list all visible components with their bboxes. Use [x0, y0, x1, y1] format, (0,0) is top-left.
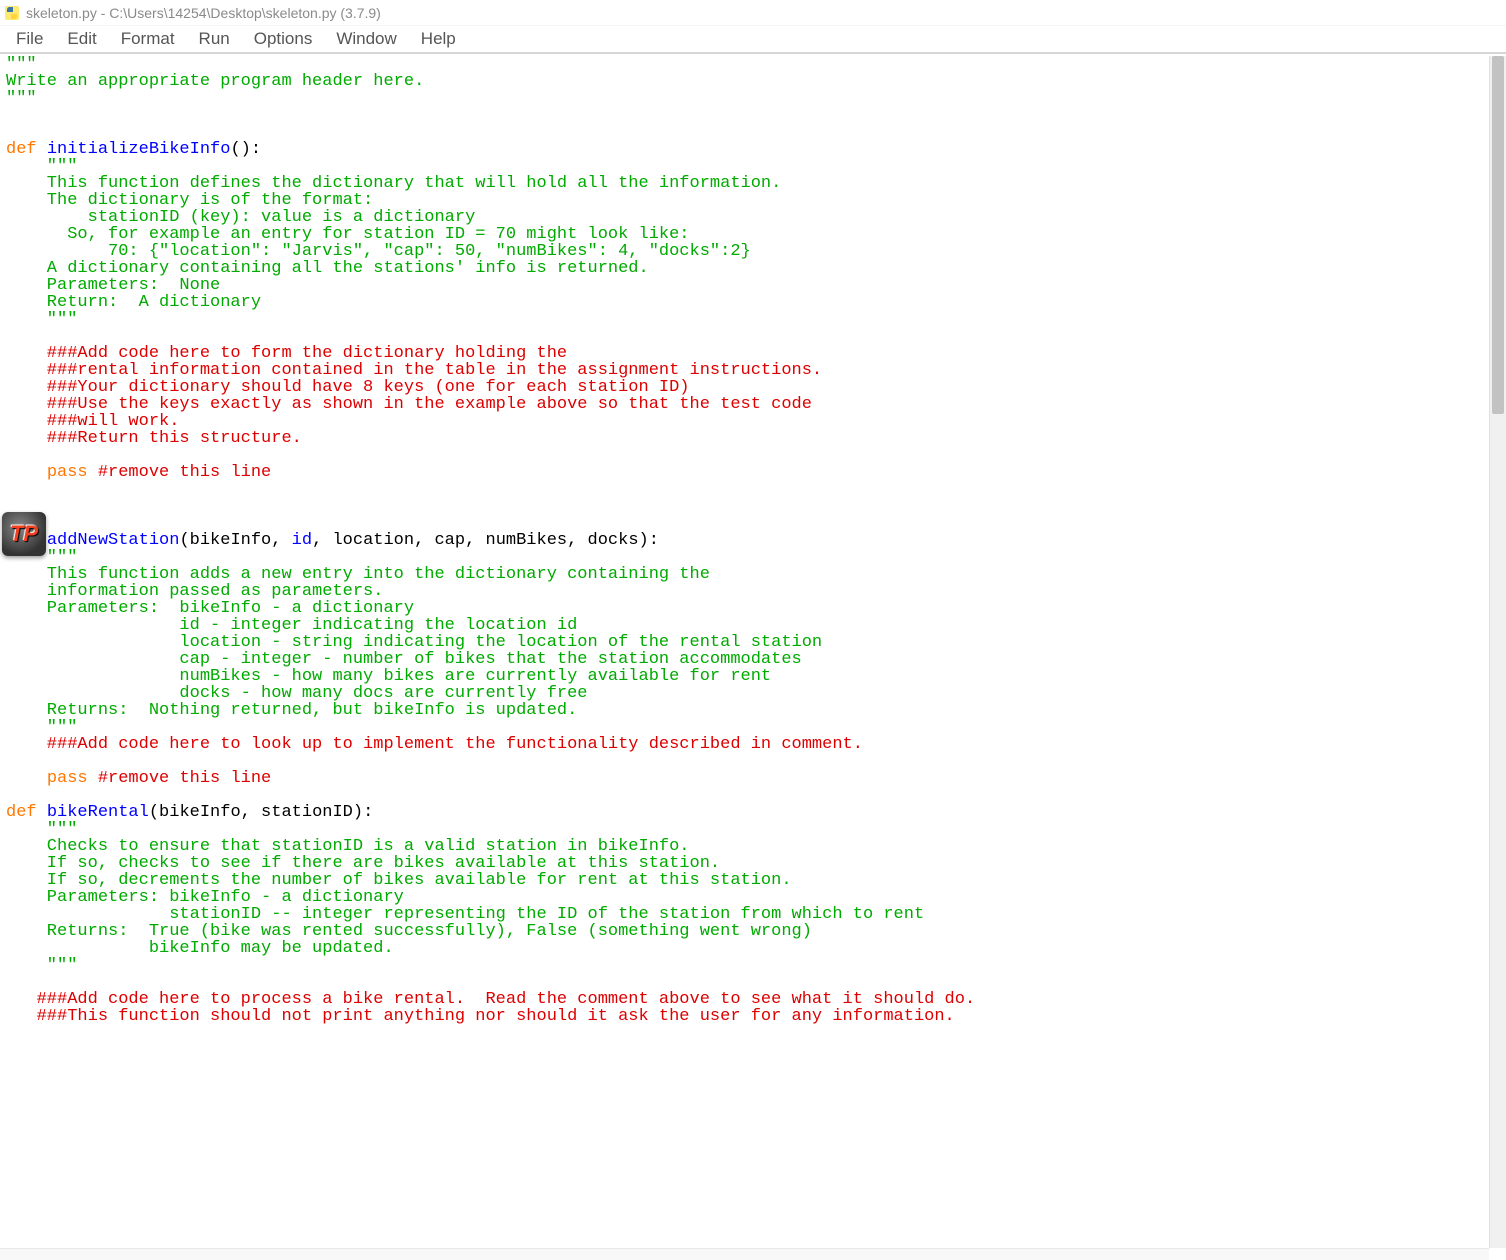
- code-token: , location, cap, numBikes, docks):: [312, 531, 659, 550]
- menu-bar: File Edit Format Run Options Window Help: [0, 26, 1506, 54]
- code-token: pass: [47, 463, 88, 482]
- menu-edit[interactable]: Edit: [55, 27, 108, 51]
- menu-run[interactable]: Run: [187, 27, 242, 51]
- window-title: skeleton.py - C:\Users\14254\Desktop\ske…: [26, 5, 381, 21]
- code-token: id: [292, 531, 312, 550]
- code-line: Write an appropriate program header here…: [6, 72, 424, 91]
- code-token: [6, 463, 47, 482]
- code-line: ###Return this structure.: [6, 429, 302, 448]
- scrollbar-thumb[interactable]: [1492, 56, 1504, 414]
- python-icon: [4, 5, 20, 21]
- horizontal-scrollbar[interactable]: [0, 1248, 1489, 1260]
- watermark-badge: TP: [2, 512, 46, 556]
- title-bar: skeleton.py - C:\Users\14254\Desktop\ske…: [0, 0, 1506, 26]
- code-line: ###Add code here to look up to implement…: [6, 735, 863, 754]
- code-token: pass: [47, 769, 88, 788]
- code-line: """: [6, 310, 77, 329]
- menu-file[interactable]: File: [4, 27, 55, 51]
- code-token: #remove this line: [98, 463, 271, 482]
- code-token: [88, 463, 98, 482]
- menu-options[interactable]: Options: [242, 27, 325, 51]
- code-token: (bikeInfo,: [179, 531, 291, 550]
- code-token: [88, 769, 98, 788]
- code-line: """: [6, 956, 77, 975]
- watermark-label: TP: [10, 521, 38, 547]
- code-token: ():: [230, 140, 261, 159]
- vertical-scrollbar[interactable]: [1489, 56, 1506, 1248]
- menu-help[interactable]: Help: [409, 27, 468, 51]
- code-line: ###This function should not print anythi…: [6, 1007, 955, 1026]
- code-token: #remove this line: [98, 769, 271, 788]
- code-editor[interactable]: """ Write an appropriate program header …: [0, 54, 1506, 1027]
- code-token: [6, 769, 47, 788]
- menu-window[interactable]: Window: [324, 27, 408, 51]
- menu-format[interactable]: Format: [109, 27, 187, 51]
- code-line: Returns: Nothing returned, but bikeInfo …: [6, 701, 577, 720]
- code-token: (bikeInfo, stationID):: [149, 803, 373, 822]
- code-line: """: [6, 89, 37, 108]
